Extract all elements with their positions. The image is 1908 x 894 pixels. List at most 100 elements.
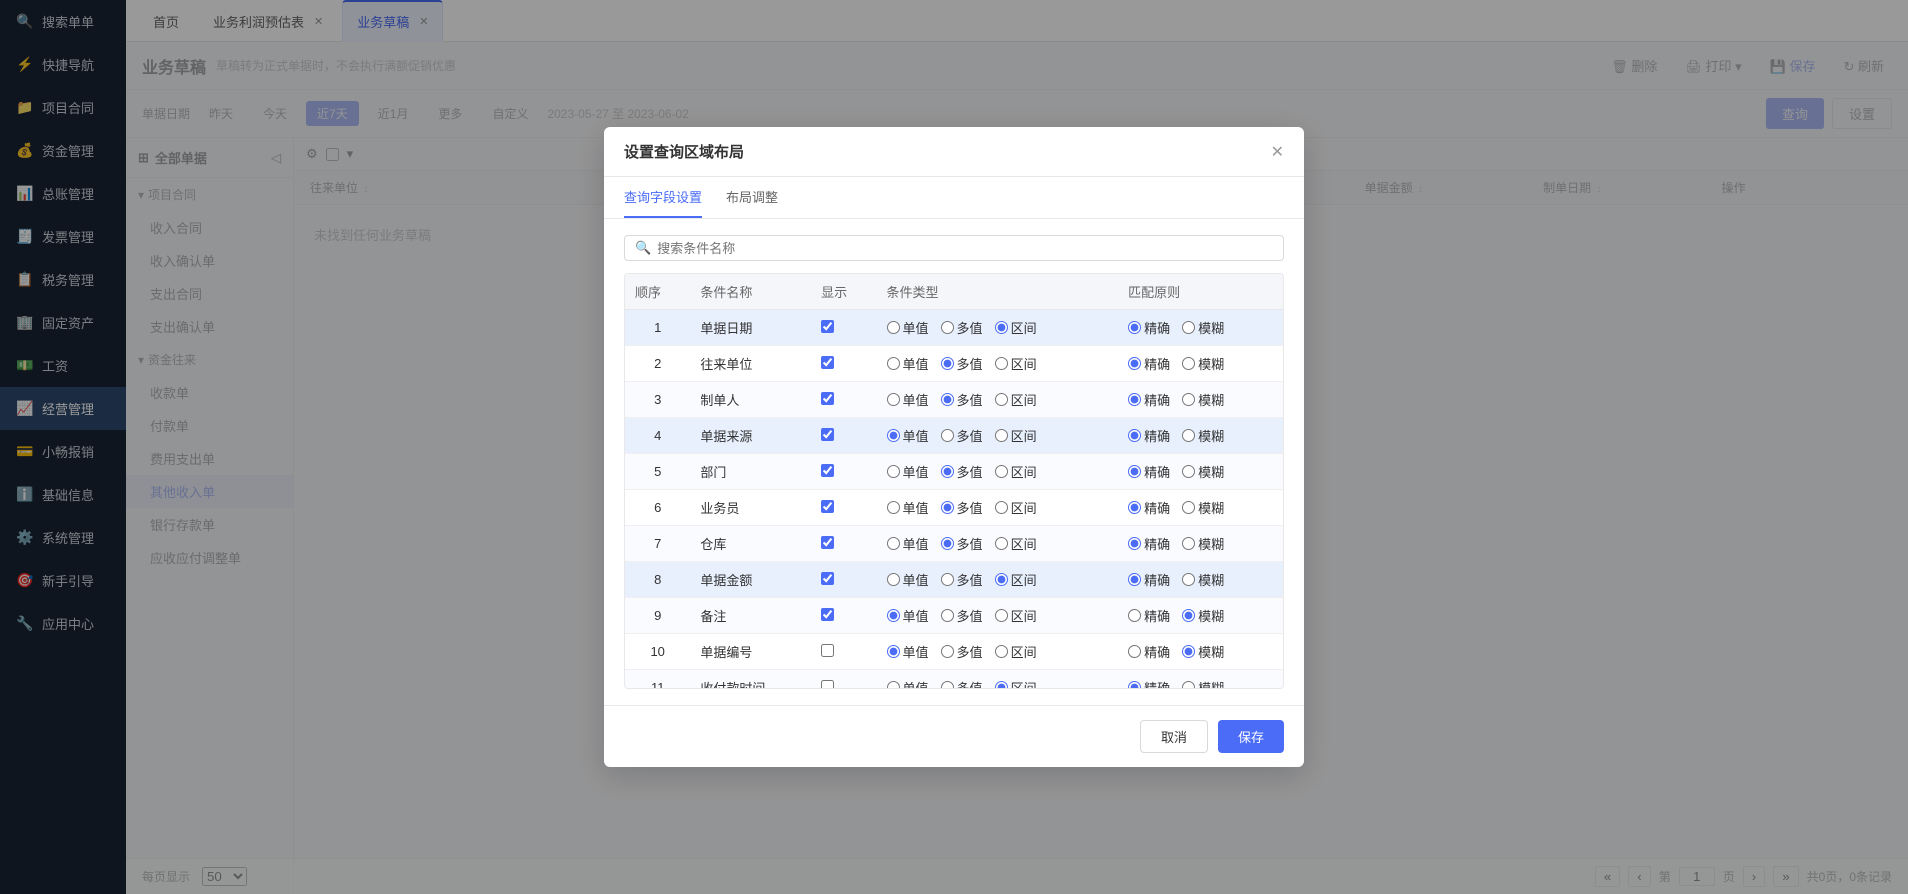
show-checkbox[interactable] xyxy=(821,428,834,441)
modal-close-button[interactable]: ✕ xyxy=(1271,142,1284,162)
match-option-0[interactable]: 精确 xyxy=(1128,534,1170,553)
condition-type-option-0[interactable]: 单值 xyxy=(887,462,929,481)
cancel-button[interactable]: 取消 xyxy=(1140,720,1208,753)
condition-type-option-2[interactable]: 区间 xyxy=(995,678,1037,689)
table-row[interactable]: 9备注单值多值区间精确模糊 xyxy=(625,598,1283,634)
match-option-1[interactable]: 模糊 xyxy=(1182,570,1224,589)
condition-type-option-2[interactable]: 区间 xyxy=(995,498,1037,517)
match-option-1[interactable]: 模糊 xyxy=(1182,534,1224,553)
condition-type-option-2[interactable]: 区间 xyxy=(995,462,1037,481)
condition-name: 部门 xyxy=(690,454,811,490)
order-cell: 5 xyxy=(625,454,690,490)
table-row[interactable]: 4单据来源单值多值区间精确模糊 xyxy=(625,418,1283,454)
match-principle-cell: 精确 模糊 xyxy=(1118,670,1283,690)
condition-type-option-0[interactable]: 单值 xyxy=(887,606,929,625)
condition-type-option-2[interactable]: 区间 xyxy=(995,354,1037,373)
condition-type-option-2[interactable]: 区间 xyxy=(995,390,1037,409)
condition-type-option-1[interactable]: 多值 xyxy=(941,390,983,409)
modal-search-input[interactable] xyxy=(657,241,1273,256)
show-checkbox[interactable] xyxy=(821,572,834,585)
condition-type-option-2[interactable]: 区间 xyxy=(995,606,1037,625)
condition-type-option-2[interactable]: 区间 xyxy=(995,426,1037,445)
condition-type-option-0[interactable]: 单值 xyxy=(887,534,929,553)
condition-type-option-1[interactable]: 多值 xyxy=(941,354,983,373)
condition-type-option-1[interactable]: 多值 xyxy=(941,498,983,517)
condition-type-option-0[interactable]: 单值 xyxy=(887,498,929,517)
tab-query-fields[interactable]: 查询字段设置 xyxy=(624,177,702,218)
table-row[interactable]: 6业务员单值多值区间精确模糊 xyxy=(625,490,1283,526)
match-option-1[interactable]: 模糊 xyxy=(1182,642,1224,661)
show-checkbox[interactable] xyxy=(821,464,834,477)
condition-type-option-1[interactable]: 多值 xyxy=(941,606,983,625)
match-option-1[interactable]: 模糊 xyxy=(1182,426,1224,445)
modal-save-button[interactable]: 保存 xyxy=(1218,720,1284,753)
show-checkbox-cell xyxy=(811,310,876,346)
condition-type-option-0[interactable]: 单值 xyxy=(887,642,929,661)
show-checkbox[interactable] xyxy=(821,320,834,333)
show-checkbox-cell xyxy=(811,346,876,382)
condition-name: 单据来源 xyxy=(690,418,811,454)
search-icon: 🔍 xyxy=(635,240,651,256)
condition-type-option-2[interactable]: 区间 xyxy=(995,534,1037,553)
match-option-1[interactable]: 模糊 xyxy=(1182,390,1224,409)
tab-layout[interactable]: 布局调整 xyxy=(726,177,778,218)
match-option-0[interactable]: 精确 xyxy=(1128,462,1170,481)
condition-type-option-2[interactable]: 区间 xyxy=(995,318,1037,337)
col-match: 匹配原则 xyxy=(1118,274,1283,310)
condition-name: 收付款时间 xyxy=(690,670,811,690)
condition-name: 制单人 xyxy=(690,382,811,418)
match-option-1[interactable]: 模糊 xyxy=(1182,498,1224,517)
match-option-0[interactable]: 精确 xyxy=(1128,498,1170,517)
table-row[interactable]: 11收付款时间单值多值区间精确模糊 xyxy=(625,670,1283,690)
show-checkbox-cell xyxy=(811,382,876,418)
match-option-0[interactable]: 精确 xyxy=(1128,390,1170,409)
table-row[interactable]: 10单据编号单值多值区间精确模糊 xyxy=(625,634,1283,670)
match-option-0[interactable]: 精确 xyxy=(1128,570,1170,589)
condition-name: 单据编号 xyxy=(690,634,811,670)
condition-type-option-0[interactable]: 单值 xyxy=(887,426,929,445)
match-option-1[interactable]: 模糊 xyxy=(1182,354,1224,373)
condition-type-option-0[interactable]: 单值 xyxy=(887,318,929,337)
match-option-1[interactable]: 模糊 xyxy=(1182,606,1224,625)
match-option-0[interactable]: 精确 xyxy=(1128,678,1170,689)
table-row[interactable]: 2往来单位单值多值区间精确模糊 xyxy=(625,346,1283,382)
table-row[interactable]: 1单据日期单值多值区间精确模糊 xyxy=(625,310,1283,346)
match-option-0[interactable]: 精确 xyxy=(1128,606,1170,625)
condition-type-option-1[interactable]: 多值 xyxy=(941,462,983,481)
table-row[interactable]: 7仓库单值多值区间精确模糊 xyxy=(625,526,1283,562)
match-option-1[interactable]: 模糊 xyxy=(1182,318,1224,337)
show-checkbox[interactable] xyxy=(821,680,834,690)
match-option-0[interactable]: 精确 xyxy=(1128,354,1170,373)
match-principle-cell: 精确模糊 xyxy=(1118,382,1283,418)
condition-type-option-1[interactable]: 多值 xyxy=(941,642,983,661)
match-option-0[interactable]: 精确 xyxy=(1128,642,1170,661)
show-checkbox[interactable] xyxy=(821,500,834,513)
condition-type-option-2[interactable]: 区间 xyxy=(995,642,1037,661)
table-row[interactable]: 8单据金额单值多值区间精确模糊 xyxy=(625,562,1283,598)
show-checkbox[interactable] xyxy=(821,644,834,657)
table-row[interactable]: 5部门 单值多值区间 精确模糊 xyxy=(625,454,1283,490)
col-order: 顺序 xyxy=(625,274,690,310)
match-principle-cell: 精确模糊 xyxy=(1118,310,1283,346)
condition-type-option-1[interactable]: 多值 xyxy=(941,318,983,337)
match-option-1[interactable]: 模糊 xyxy=(1182,678,1224,689)
match-principle-cell: 精确模糊 xyxy=(1118,634,1283,670)
condition-type-option-1[interactable]: 多值 xyxy=(941,534,983,553)
condition-type-option-1[interactable]: 多值 xyxy=(941,570,983,589)
condition-name: 单据日期 xyxy=(690,310,811,346)
condition-type-option-2[interactable]: 区间 xyxy=(995,570,1037,589)
show-checkbox[interactable] xyxy=(821,392,834,405)
show-checkbox[interactable] xyxy=(821,608,834,621)
condition-type-option-0[interactable]: 单值 xyxy=(887,354,929,373)
condition-type-option-0[interactable]: 单值 xyxy=(887,678,929,689)
table-row[interactable]: 3制单人单值多值区间精确模糊 xyxy=(625,382,1283,418)
condition-type-option-1[interactable]: 多值 xyxy=(941,678,983,689)
match-option-1[interactable]: 模糊 xyxy=(1182,462,1224,481)
condition-type-option-1[interactable]: 多值 xyxy=(941,426,983,445)
condition-type-option-0[interactable]: 单值 xyxy=(887,570,929,589)
match-option-0[interactable]: 精确 xyxy=(1128,426,1170,445)
match-option-0[interactable]: 精确 xyxy=(1128,318,1170,337)
show-checkbox[interactable] xyxy=(821,536,834,549)
condition-type-option-0[interactable]: 单值 xyxy=(887,390,929,409)
show-checkbox[interactable] xyxy=(821,356,834,369)
